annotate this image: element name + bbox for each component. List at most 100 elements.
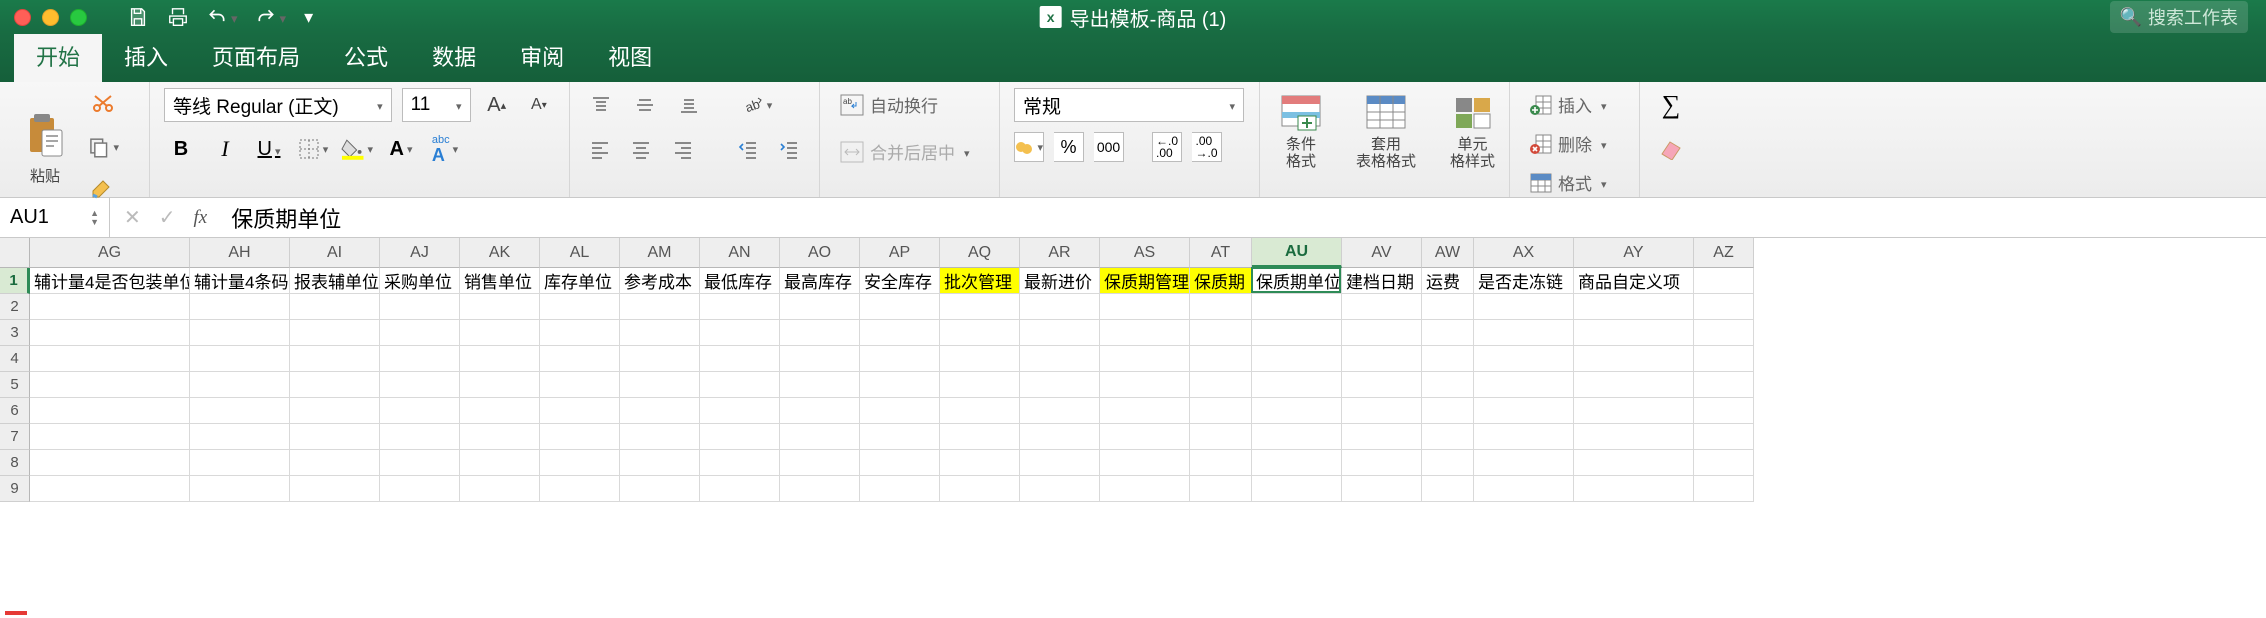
copy-button[interactable] <box>86 130 120 164</box>
cell-AU8[interactable] <box>1252 450 1342 476</box>
redo-button[interactable] <box>256 7 287 28</box>
cell-AO4[interactable] <box>780 346 860 372</box>
cell-AP7[interactable] <box>860 424 940 450</box>
font-color-button[interactable]: A <box>384 132 418 166</box>
cell-AZ3[interactable] <box>1694 320 1754 346</box>
cell-AO7[interactable] <box>780 424 860 450</box>
cell-AW1[interactable]: 运费 <box>1422 268 1474 294</box>
cell-AL3[interactable] <box>540 320 620 346</box>
cell-AR1[interactable]: 最新进价 <box>1020 268 1100 294</box>
cell-AJ6[interactable] <box>380 398 460 424</box>
tab-home[interactable]: 开始 <box>14 30 102 82</box>
column-header-AW[interactable]: AW <box>1422 238 1474 268</box>
cell-AT6[interactable] <box>1190 398 1252 424</box>
cell-AN9[interactable] <box>700 476 780 502</box>
cell-AZ9[interactable] <box>1694 476 1754 502</box>
fx-icon[interactable]: fx <box>194 207 208 229</box>
cell-AN3[interactable] <box>700 320 780 346</box>
decrease-decimal-button[interactable]: .00→.0 <box>1192 132 1222 162</box>
cell-AK8[interactable] <box>460 450 540 476</box>
cell-AY8[interactable] <box>1574 450 1694 476</box>
cell-AI8[interactable] <box>290 450 380 476</box>
wrap-text-button[interactable]: ab 自动换行 <box>834 88 985 121</box>
cell-AR8[interactable] <box>1020 450 1100 476</box>
cell-AL4[interactable] <box>540 346 620 372</box>
cell-AU1[interactable]: 保质期单位 <box>1252 268 1342 294</box>
cell-AQ9[interactable] <box>940 476 1020 502</box>
orientation-button[interactable]: ab <box>740 88 774 122</box>
cell-AM1[interactable]: 参考成本 <box>620 268 700 294</box>
align-middle-button[interactable] <box>628 88 662 122</box>
cell-AU6[interactable] <box>1252 398 1342 424</box>
name-box[interactable]: AU1 ▲▼ <box>0 198 110 238</box>
cell-AW5[interactable] <box>1422 372 1474 398</box>
cell-AT5[interactable] <box>1190 372 1252 398</box>
cell-AK2[interactable] <box>460 294 540 320</box>
column-header-AG[interactable]: AG <box>30 238 190 268</box>
increase-decimal-button[interactable]: ←.0.00 <box>1152 132 1182 162</box>
column-header-AU[interactable]: AU <box>1252 238 1342 268</box>
increase-font-button[interactable]: A▴ <box>481 88 513 122</box>
qat-customize[interactable]: ▾ <box>304 7 313 28</box>
cell-AM8[interactable] <box>620 450 700 476</box>
name-box-spinner[interactable]: ▲▼ <box>90 209 99 227</box>
cell-AR7[interactable] <box>1020 424 1100 450</box>
cell-AV5[interactable] <box>1342 372 1422 398</box>
select-all-corner[interactable] <box>0 238 30 268</box>
cell-AP5[interactable] <box>860 372 940 398</box>
column-header-AT[interactable]: AT <box>1190 238 1252 268</box>
cell-AW3[interactable] <box>1422 320 1474 346</box>
tab-data[interactable]: 数据 <box>410 30 498 82</box>
maximize-window-button[interactable] <box>70 9 87 26</box>
cell-AS4[interactable] <box>1100 346 1190 372</box>
enter-formula-button[interactable]: ✓ <box>159 205 176 230</box>
column-header-AQ[interactable]: AQ <box>940 238 1020 268</box>
conditional-format-button[interactable]: 条件格式 <box>1274 92 1328 173</box>
cell-AZ4[interactable] <box>1694 346 1754 372</box>
phonetic-button[interactable]: abcA <box>428 132 462 166</box>
cell-AP6[interactable] <box>860 398 940 424</box>
row-header-8[interactable]: 8 <box>0 450 30 476</box>
column-header-AX[interactable]: AX <box>1474 238 1574 268</box>
tab-page-layout[interactable]: 页面布局 <box>190 30 322 82</box>
cell-AH7[interactable] <box>190 424 290 450</box>
print-button[interactable] <box>167 6 189 28</box>
cell-styles-button[interactable]: 单元 格样式 <box>1444 92 1501 173</box>
cell-AN1[interactable]: 最低库存 <box>700 268 780 294</box>
merge-center-button[interactable]: 合并后居中 <box>834 135 985 168</box>
cell-AS9[interactable] <box>1100 476 1190 502</box>
cell-AI3[interactable] <box>290 320 380 346</box>
cell-AJ1[interactable]: 采购单位 <box>380 268 460 294</box>
cell-AL1[interactable]: 库存单位 <box>540 268 620 294</box>
cell-AO3[interactable] <box>780 320 860 346</box>
cell-AJ4[interactable] <box>380 346 460 372</box>
cell-AJ5[interactable] <box>380 372 460 398</box>
cell-AG9[interactable] <box>30 476 190 502</box>
cell-AU2[interactable] <box>1252 294 1342 320</box>
cell-AY2[interactable] <box>1574 294 1694 320</box>
font-name-dropdown[interactable]: 等线 Regular (正文) <box>164 88 392 122</box>
cell-AU3[interactable] <box>1252 320 1342 346</box>
cell-AN7[interactable] <box>700 424 780 450</box>
cell-AT1[interactable]: 保质期 <box>1190 268 1252 294</box>
cell-AT9[interactable] <box>1190 476 1252 502</box>
delete-cells-button[interactable]: 删除 <box>1524 127 1625 160</box>
cell-AY1[interactable]: 商品自定义项 <box>1574 268 1694 294</box>
cell-AG5[interactable] <box>30 372 190 398</box>
cell-AS2[interactable] <box>1100 294 1190 320</box>
cancel-formula-button[interactable]: ✕ <box>124 205 141 230</box>
underline-button[interactable]: U <box>252 132 286 166</box>
cell-AQ7[interactable] <box>940 424 1020 450</box>
cell-AO1[interactable]: 最高库存 <box>780 268 860 294</box>
cell-AH6[interactable] <box>190 398 290 424</box>
cell-AQ5[interactable] <box>940 372 1020 398</box>
cell-AH9[interactable] <box>190 476 290 502</box>
cell-AG3[interactable] <box>30 320 190 346</box>
format-cells-button[interactable]: 格式 <box>1524 166 1625 199</box>
cell-AV2[interactable] <box>1342 294 1422 320</box>
cell-AZ5[interactable] <box>1694 372 1754 398</box>
column-header-AI[interactable]: AI <box>290 238 380 268</box>
cell-AZ6[interactable] <box>1694 398 1754 424</box>
cell-AW6[interactable] <box>1422 398 1474 424</box>
align-right-button[interactable] <box>667 132 699 166</box>
